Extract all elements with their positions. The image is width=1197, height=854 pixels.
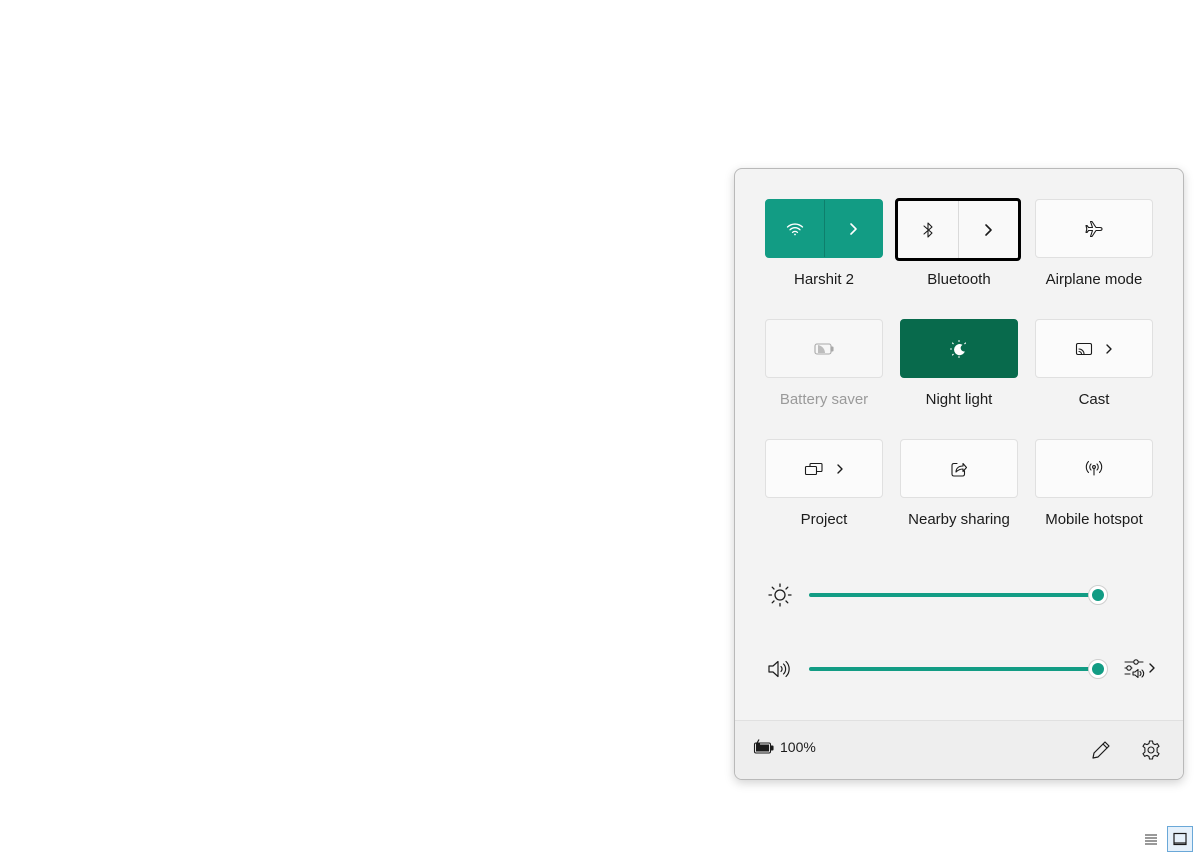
nearby-sharing-label: Nearby sharing [908, 511, 1010, 528]
battery-saver-tile[interactable] [765, 319, 883, 378]
quick-settings-footer: 100% [735, 720, 1183, 779]
quick-settings-panel: Harshit 2 Bluetooth Airplane mode Batter… [734, 168, 1184, 780]
battery-saver-label: Battery saver [779, 391, 869, 408]
speaker-icon[interactable] [766, 657, 792, 681]
wifi-tile[interactable] [765, 199, 883, 258]
battery-saver-icon [813, 342, 835, 356]
mobile-hotspot-tile[interactable] [1035, 439, 1153, 498]
airplane-mode-tile[interactable] [1035, 199, 1153, 258]
audio-mixer-icon [1123, 657, 1145, 679]
share-icon [950, 460, 968, 478]
airplane-mode-label: Airplane mode [1045, 271, 1143, 288]
cast-tile[interactable] [1035, 319, 1153, 378]
brightness-icon [766, 581, 794, 609]
bluetooth-label: Bluetooth [927, 271, 991, 288]
bluetooth-toggle[interactable] [898, 201, 958, 258]
battery-charging-icon [753, 739, 775, 755]
brightness-thumb[interactable] [1088, 585, 1108, 605]
wifi-label: Harshit 2 [793, 271, 855, 288]
bluetooth-chevron-button[interactable] [957, 201, 1019, 258]
chevron-right-icon [1105, 343, 1113, 355]
chevron-right-icon [848, 222, 858, 236]
mobile-hotspot-label: Mobile hotspot [1045, 511, 1143, 528]
project-icon [804, 462, 824, 476]
volume-thumb[interactable] [1088, 659, 1108, 679]
night-light-label: Night light [925, 391, 993, 408]
edit-pencil-icon[interactable] [1090, 739, 1112, 761]
project-label: Project [800, 511, 848, 528]
wifi-icon [786, 222, 804, 236]
bluetooth-tile[interactable] [895, 198, 1021, 261]
night-light-icon [949, 339, 969, 359]
settings-gear-icon[interactable] [1140, 739, 1162, 761]
hotspot-icon [1084, 460, 1104, 478]
window-icon[interactable] [1167, 826, 1193, 852]
battery-status[interactable]: 100% [753, 739, 816, 755]
bluetooth-icon [922, 221, 934, 239]
nearby-sharing-tile[interactable] [900, 439, 1018, 498]
cast-icon [1075, 342, 1093, 356]
cast-label: Cast [1078, 391, 1110, 408]
wifi-chevron-button[interactable] [823, 200, 883, 257]
chevron-right-icon [836, 463, 844, 475]
brightness-track [809, 593, 1099, 597]
audio-output-button[interactable] [1123, 657, 1156, 679]
night-light-tile[interactable] [900, 319, 1018, 378]
airplane-icon [1084, 219, 1104, 239]
volume-track [809, 667, 1099, 671]
chevron-right-icon [983, 223, 993, 237]
list-icon[interactable] [1141, 830, 1161, 850]
battery-percent: 100% [780, 739, 816, 755]
project-tile[interactable] [765, 439, 883, 498]
wifi-toggle[interactable] [766, 200, 824, 257]
chevron-right-icon [1148, 662, 1156, 674]
